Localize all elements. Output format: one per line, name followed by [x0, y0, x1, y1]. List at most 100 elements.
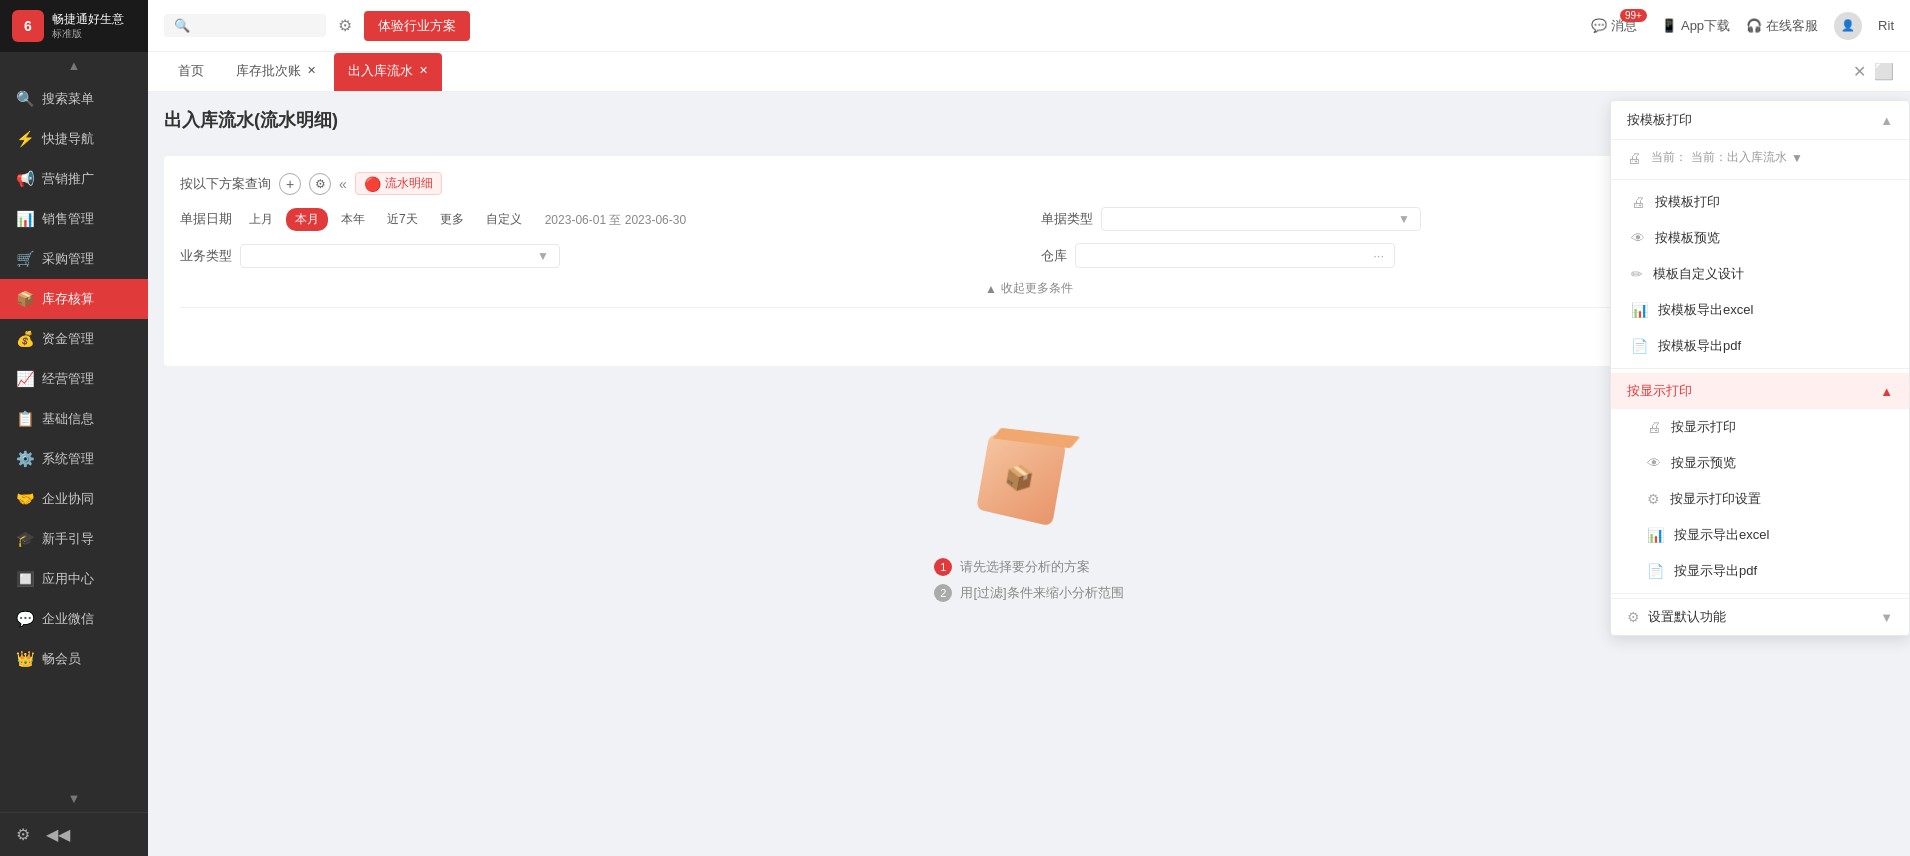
guide-icon: 🎓	[16, 530, 34, 548]
sidebar-item-guide[interactable]: 🎓 新手引导	[0, 519, 148, 559]
date-options: 上月 本月 本年 近7天 更多 自定义	[240, 208, 531, 231]
date-option-this-year[interactable]: 本年	[332, 208, 374, 231]
display-pdf-item[interactable]: 📄 按显示导出pdf	[1611, 553, 1909, 589]
display-settings-label: 按显示打印设置	[1670, 490, 1761, 508]
sidebar-scroll-up[interactable]: ▲	[0, 52, 148, 79]
online-service-label: 在线客服	[1766, 17, 1818, 35]
search-box[interactable]: 🔍	[164, 14, 326, 37]
appcenter-icon: 🔲	[16, 570, 34, 588]
search-header-input[interactable]	[196, 19, 316, 33]
print-dropdown-panel: 按模板打印 ▲ 🖨 当前： 当前：出入库流水 ▼ 🖨 按模板打印 👁 按模板预览…	[1610, 100, 1910, 636]
collapse-sidebar-icon[interactable]: ◀◀	[46, 825, 70, 844]
default-section-arrow-icon: ▼	[1880, 610, 1893, 625]
sidebar-item-appcenter[interactable]: 🔲 应用中心	[0, 559, 148, 599]
tab-flow[interactable]: 出入库流水 ✕	[334, 53, 442, 91]
date-option-this-month[interactable]: 本月	[286, 208, 328, 231]
top-header: 🔍 ⚙ 体验行业方案 💬 消息 99+ 📱 App下载 🎧 在线客服 👤 Rit	[148, 0, 1910, 52]
sidebar-item-system[interactable]: ⚙️ 系统管理	[0, 439, 148, 479]
download-icon: 📱	[1661, 18, 1677, 33]
default-section-item[interactable]: ⚙ 设置默认功能 ▼	[1611, 598, 1909, 635]
sidebar-item-label: 企业微信	[42, 610, 94, 628]
date-option-prev-month[interactable]: 上月	[240, 208, 282, 231]
template-preview-item[interactable]: 👁 按模板预览	[1611, 220, 1909, 256]
sidebar-item-label: 搜索菜单	[42, 90, 94, 108]
online-service-button[interactable]: 🎧 在线客服	[1746, 17, 1818, 35]
collapse-more-button[interactable]: ▲ 收起更多条件	[985, 280, 1073, 297]
filter-label: 按以下方案查询	[180, 175, 271, 193]
tab-batch[interactable]: 库存批次账 ✕	[222, 53, 330, 91]
date-option-more[interactable]: 更多	[431, 208, 473, 231]
app-download-label: App下载	[1681, 17, 1730, 35]
tab-close-window-icon[interactable]: ✕	[1853, 62, 1866, 81]
sidebar-item-purchase[interactable]: 🛒 采购管理	[0, 239, 148, 279]
date-option-custom[interactable]: 自定义	[477, 208, 531, 231]
template-design-item[interactable]: ✏ 模板自定义设计	[1611, 256, 1909, 292]
display-preview-item[interactable]: 👁 按显示预览	[1611, 445, 1909, 481]
header-gear-icon[interactable]: ⚙	[338, 16, 352, 35]
app-logo-icon: 6	[12, 10, 44, 42]
sidebar-item-label: 企业协同	[42, 490, 94, 508]
filter-settings-button[interactable]: ⚙	[309, 173, 331, 195]
filter-tag-item[interactable]: 🔴 流水明细	[355, 172, 442, 195]
filter-add-button[interactable]: +	[279, 173, 301, 195]
date-label: 单据日期	[180, 210, 232, 228]
app-download-button[interactable]: 📱 App下载	[1661, 17, 1730, 35]
filter-tag-label: 流水明细	[385, 175, 433, 192]
sidebar-item-marketing[interactable]: 📢 营销推广	[0, 159, 148, 199]
sidebar-item-quicknav[interactable]: ⚡ 快捷导航	[0, 119, 148, 159]
dropdown-current-item[interactable]: 🖨 当前： 当前：出入库流水 ▼	[1611, 140, 1909, 175]
tab-expand-icon[interactable]: ⬜	[1874, 62, 1894, 81]
sidebar-scroll-down[interactable]: ▼	[0, 785, 148, 812]
settings-bottom-icon[interactable]: ⚙	[16, 825, 30, 844]
display-preview-label: 按显示预览	[1671, 454, 1736, 472]
sidebar-item-wechat[interactable]: 💬 企业微信	[0, 599, 148, 639]
sidebar-item-basic[interactable]: 📋 基础信息	[0, 399, 148, 439]
quicknav-icon: ⚡	[16, 130, 34, 148]
display-excel-icon: 📊	[1647, 527, 1664, 543]
template-preview-icon: 👁	[1631, 230, 1645, 246]
sidebar-item-finance[interactable]: 💰 资金管理	[0, 319, 148, 359]
date-option-7days[interactable]: 近7天	[378, 208, 427, 231]
sidebar-bottom: ⚙ ◀◀	[0, 812, 148, 856]
user-avatar[interactable]: 👤	[1834, 12, 1862, 40]
sidebar-item-label: 应用中心	[42, 570, 94, 588]
sidebar-item-operation[interactable]: 📈 经营管理	[0, 359, 148, 399]
filter-tag-icon: 🔴	[364, 176, 381, 192]
current-value: 当前：出入库流水	[1691, 149, 1787, 166]
voucher-type-dropdown[interactable]: ▼	[1101, 207, 1421, 231]
sidebar-item-cooperation[interactable]: 🤝 企业协同	[0, 479, 148, 519]
header-right: 💬 消息 99+ 📱 App下载 🎧 在线客服 👤 Rit	[1591, 12, 1894, 40]
trial-button[interactable]: 体验行业方案	[364, 11, 470, 41]
display-settings-item[interactable]: ⚙ 按显示打印设置	[1611, 481, 1909, 517]
display-section-header[interactable]: 按显示打印 ▲	[1611, 373, 1909, 409]
business-type-arrow-icon: ▼	[537, 249, 549, 263]
sidebar-item-sales[interactable]: 📊 销售管理	[0, 199, 148, 239]
current-arrow-icon: ▼	[1791, 151, 1803, 165]
inventory-icon: 📦	[16, 290, 34, 308]
message-button[interactable]: 💬 消息 99+	[1591, 17, 1637, 35]
display-excel-item[interactable]: 📊 按显示导出excel	[1611, 517, 1909, 553]
display-excel-label: 按显示导出excel	[1674, 526, 1769, 544]
dropdown-close-arrow[interactable]: ▲	[1880, 113, 1893, 128]
sidebar-item-inventory[interactable]: 📦 库存核算	[0, 279, 148, 319]
tab-batch-close[interactable]: ✕	[307, 64, 316, 77]
sidebar-item-label: 资金管理	[42, 330, 94, 348]
template-pdf-item[interactable]: 📄 按模板导出pdf	[1611, 328, 1909, 364]
sidebar-item-search[interactable]: 🔍 搜索菜单	[0, 79, 148, 119]
filter-collapse-button[interactable]: «	[339, 176, 347, 192]
template-print-item[interactable]: 🖨 按模板打印	[1611, 184, 1909, 220]
sidebar-item-member[interactable]: 👑 畅会员	[0, 639, 148, 679]
display-print-item[interactable]: 🖨 按显示打印	[1611, 409, 1909, 445]
sidebar-nav: 🔍 搜索菜单 ⚡ 快捷导航 📢 营销推广 📊 销售管理 🛒 采购管理 📦 库存核…	[0, 79, 148, 785]
tabs-window-controls: ✕ ⬜	[1853, 62, 1894, 81]
display-preview-icon: 👁	[1647, 455, 1661, 471]
tab-home[interactable]: 首页	[164, 53, 218, 91]
tab-home-label: 首页	[178, 62, 204, 80]
search-header-icon: 🔍	[174, 18, 190, 33]
business-type-dropdown[interactable]: ▼	[240, 244, 560, 268]
tab-flow-close[interactable]: ✕	[419, 64, 428, 77]
current-label: 当前： 当前：出入库流水 ▼	[1651, 149, 1803, 166]
template-excel-item[interactable]: 📊 按模板导出excel	[1611, 292, 1909, 328]
template-design-label: 模板自定义设计	[1653, 265, 1744, 283]
warehouse-input[interactable]: ···	[1075, 243, 1395, 268]
